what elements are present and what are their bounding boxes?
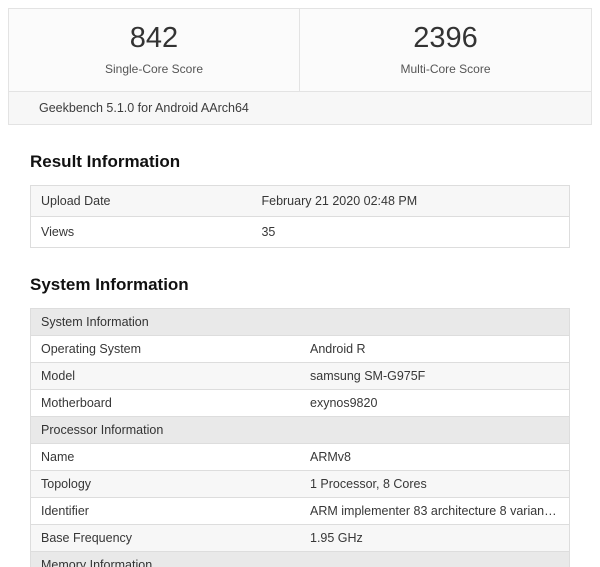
multi-core-score-cell: 2396 Multi-Core Score [300, 9, 591, 91]
table-row: Name ARMv8 [31, 444, 570, 471]
row-value: Android R [300, 336, 570, 363]
geekbench-result-page: 842 Single-Core Score 2396 Multi-Core Sc… [0, 0, 600, 567]
multi-core-score-label: Multi-Core Score [300, 62, 591, 76]
multi-core-score-value: 2396 [300, 22, 591, 55]
system-information-table: System Information Operating System Andr… [30, 308, 570, 567]
table-row: Topology 1 Processor, 8 Cores [31, 471, 570, 498]
section-header-row: Processor Information [31, 417, 570, 444]
benchmark-version-line: Geekbench 5.1.0 for Android AArch64 [9, 91, 591, 124]
result-information-table: Upload Date February 21 2020 02:48 PM Vi… [30, 185, 570, 248]
page-body: 842 Single-Core Score 2396 Multi-Core Sc… [0, 0, 600, 567]
row-label: Identifier [31, 498, 301, 525]
section-header: System Information [31, 309, 570, 336]
single-core-score-value: 842 [9, 22, 299, 55]
row-value: February 21 2020 02:48 PM [251, 186, 569, 217]
row-value: 35 [251, 217, 569, 248]
section-header: Memory Information [31, 552, 570, 567]
row-label: Views [31, 217, 252, 248]
row-label: Name [31, 444, 301, 471]
table-row: Model samsung SM-G975F [31, 363, 570, 390]
table-row: Views 35 [31, 217, 570, 248]
section-header-row: System Information [31, 309, 570, 336]
row-label: Model [31, 363, 301, 390]
result-information-title: Result Information [30, 152, 570, 172]
single-core-score-cell: 842 Single-Core Score [9, 9, 300, 91]
row-label: Base Frequency [31, 525, 301, 552]
single-core-score-label: Single-Core Score [9, 62, 299, 76]
system-information-title: System Information [30, 275, 570, 295]
table-row: Motherboard exynos9820 [31, 390, 570, 417]
row-label: Topology [31, 471, 301, 498]
table-row: Identifier ARM implementer 83 architectu… [31, 498, 570, 525]
table-row: Operating System Android R [31, 336, 570, 363]
score-row: 842 Single-Core Score 2396 Multi-Core Sc… [9, 9, 591, 91]
row-value: exynos9820 [300, 390, 570, 417]
section-header-row: Memory Information [31, 552, 570, 567]
table-row: Base Frequency 1.95 GHz [31, 525, 570, 552]
row-value: samsung SM-G975F [300, 363, 570, 390]
row-label: Operating System [31, 336, 301, 363]
row-value: ARM implementer 83 architecture 8 varian… [300, 498, 570, 525]
table-row: Upload Date February 21 2020 02:48 PM [31, 186, 570, 217]
row-value: ARMv8 [300, 444, 570, 471]
row-label: Motherboard [31, 390, 301, 417]
row-value: 1.95 GHz [300, 525, 570, 552]
score-panel: 842 Single-Core Score 2396 Multi-Core Sc… [8, 8, 592, 125]
row-label: Upload Date [31, 186, 252, 217]
content-area: Result Information Upload Date February … [30, 152, 570, 567]
section-header: Processor Information [31, 417, 570, 444]
row-value: 1 Processor, 8 Cores [300, 471, 570, 498]
